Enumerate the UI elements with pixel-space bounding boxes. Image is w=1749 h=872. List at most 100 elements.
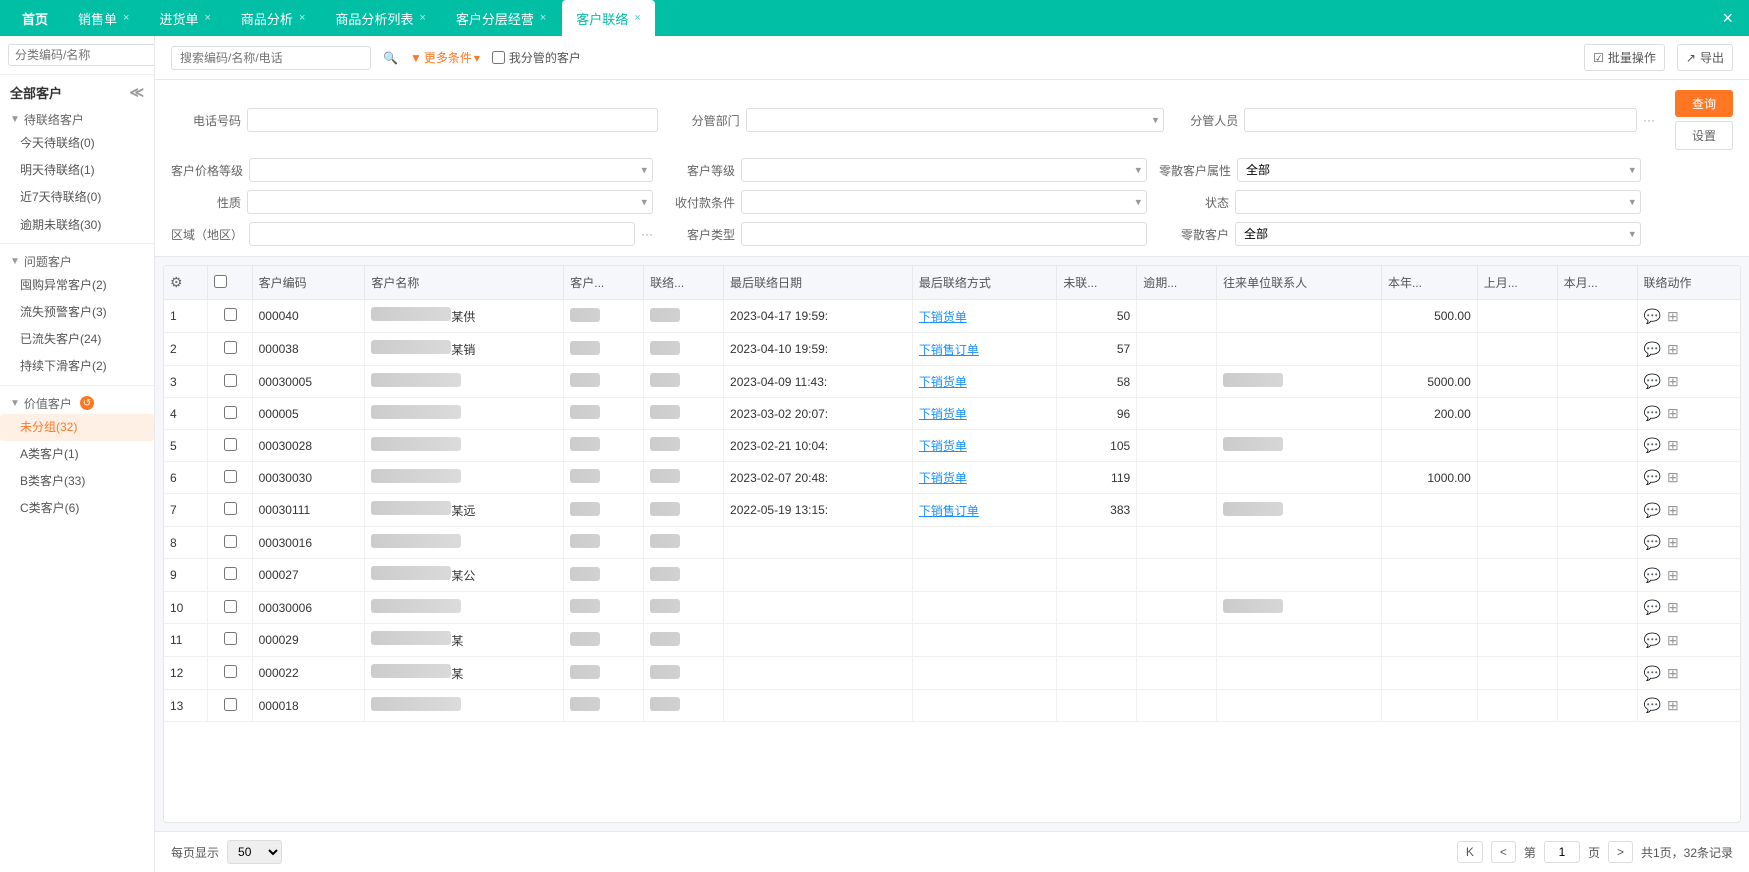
group-value-customers[interactable]: ▼ 价值客户 ↺	[0, 390, 154, 414]
status-select[interactable]	[1235, 190, 1641, 214]
query-button[interactable]: 查询	[1675, 90, 1733, 117]
nav-tab-customer-mgmt[interactable]: 客户分层经营 ×	[442, 0, 560, 36]
nav-tab-customer-contact[interactable]: 客户联络 ×	[562, 0, 654, 36]
page-number-input[interactable]	[1544, 841, 1580, 863]
group-problem-customers[interactable]: ▼ 问题客户	[0, 248, 154, 272]
prev-page-button[interactable]: <	[1491, 841, 1516, 863]
row-select-checkbox[interactable]	[224, 632, 237, 645]
group-pending-contact[interactable]: ▼ 待联络客户	[0, 106, 154, 130]
retail-customer-select[interactable]: 全部	[1235, 222, 1641, 246]
close-icon[interactable]: ×	[299, 12, 305, 24]
grid-icon[interactable]: ⊞	[1667, 373, 1679, 390]
grid-icon[interactable]: ⊞	[1667, 599, 1679, 616]
row-select-checkbox[interactable]	[224, 341, 237, 354]
close-icon[interactable]: ×	[419, 12, 425, 24]
more-conditions-button[interactable]: ▼ 更多条件 ▾	[410, 49, 480, 66]
batch-operation-button[interactable]: ☑ 批量操作	[1584, 44, 1665, 71]
sidebar-item-tomorrow-contact[interactable]: 明天待联络(1)	[0, 157, 154, 184]
grid-icon[interactable]: ⊞	[1667, 469, 1679, 486]
my-customers-checkbox-label[interactable]: 我分管的客户	[492, 49, 581, 66]
close-icon[interactable]: ×	[634, 12, 640, 24]
customer-grade-select[interactable]	[741, 158, 1147, 182]
next-page-button[interactable]: >	[1608, 841, 1633, 863]
contact-method-link[interactable]: 下销货单	[919, 439, 967, 453]
select-all-checkbox[interactable]	[214, 275, 227, 288]
row-select-checkbox[interactable]	[224, 470, 237, 483]
row-select-checkbox[interactable]	[224, 567, 237, 580]
row-select-checkbox[interactable]	[224, 535, 237, 548]
row-select-checkbox[interactable]	[224, 600, 237, 613]
filter-search-icon[interactable]: 🔍	[383, 51, 398, 65]
sidebar-item-churn-warning[interactable]: 流失预警客户(3)	[0, 299, 154, 326]
grid-icon[interactable]: ⊞	[1667, 341, 1679, 358]
settings-icon[interactable]: ⚙	[170, 274, 183, 290]
close-all-button[interactable]: ×	[1714, 8, 1741, 29]
per-page-select[interactable]: 50 100 200	[227, 840, 282, 864]
close-icon[interactable]: ×	[204, 12, 210, 24]
sidebar-item-today-contact[interactable]: 今天待联络(0)	[0, 130, 154, 157]
message-icon[interactable]: 💬	[1644, 341, 1661, 358]
region-input[interactable]	[249, 222, 635, 246]
grid-icon[interactable]: ⊞	[1667, 437, 1679, 454]
grid-icon[interactable]: ⊞	[1667, 697, 1679, 714]
filter-search-input[interactable]	[171, 46, 371, 70]
message-icon[interactable]: 💬	[1644, 437, 1661, 454]
price-grade-select[interactable]	[249, 158, 653, 182]
sidebar-item-ungrouped[interactable]: 未分组(32)	[0, 414, 154, 441]
collapse-icon[interactable]: ≪	[129, 84, 144, 101]
close-icon[interactable]: ×	[123, 12, 129, 24]
sidebar-item-overdue-contact[interactable]: 逾期未联络(30)	[0, 212, 154, 239]
message-icon[interactable]: 💬	[1644, 665, 1661, 682]
message-icon[interactable]: 💬	[1644, 599, 1661, 616]
row-select-checkbox[interactable]	[224, 502, 237, 515]
sidebar-search-input[interactable]	[8, 44, 155, 66]
manager-input[interactable]	[1244, 108, 1637, 132]
grid-icon[interactable]: ⊞	[1667, 567, 1679, 584]
first-page-button[interactable]: K	[1457, 841, 1483, 863]
grid-icon[interactable]: ⊞	[1667, 405, 1679, 422]
sidebar-item-class-b[interactable]: B类客户(33)	[0, 468, 154, 495]
message-icon[interactable]: 💬	[1644, 469, 1661, 486]
message-icon[interactable]: 💬	[1644, 502, 1661, 519]
grid-icon[interactable]: ⊞	[1667, 665, 1679, 682]
message-icon[interactable]: 💬	[1644, 697, 1661, 714]
sidebar-item-churned[interactable]: 已流失客户(24)	[0, 326, 154, 353]
sidebar-item-class-c[interactable]: C类客户(6)	[0, 495, 154, 522]
message-icon[interactable]: 💬	[1644, 405, 1661, 422]
sidebar-item-declining[interactable]: 持续下滑客户(2)	[0, 353, 154, 380]
customer-type-input[interactable]	[741, 222, 1147, 246]
message-icon[interactable]: 💬	[1644, 373, 1661, 390]
more-icon[interactable]: ···	[1643, 113, 1655, 127]
all-customers-header[interactable]: 全部客户 ≪	[0, 75, 154, 106]
row-select-checkbox[interactable]	[224, 438, 237, 451]
sidebar-item-class-a[interactable]: A类客户(1)	[0, 441, 154, 468]
contact-method-link[interactable]: 下销货单	[919, 471, 967, 485]
row-select-checkbox[interactable]	[224, 698, 237, 711]
nav-tab-analysis[interactable]: 商品分析 ×	[227, 0, 319, 36]
row-select-checkbox[interactable]	[224, 374, 237, 387]
message-icon[interactable]: 💬	[1644, 308, 1661, 325]
sidebar-item-7day-contact[interactable]: 近7天待联络(0)	[0, 184, 154, 211]
retail-attr-select[interactable]: 全部	[1237, 158, 1641, 182]
export-button[interactable]: ↗ 导出	[1677, 44, 1733, 71]
nav-tab-purchase[interactable]: 进货单 ×	[145, 0, 224, 36]
row-select-checkbox[interactable]	[224, 665, 237, 678]
more-icon[interactable]: ···	[641, 227, 653, 241]
nav-tab-analysis-list[interactable]: 商品分析列表 ×	[321, 0, 439, 36]
reset-button[interactable]: 设置	[1675, 121, 1733, 150]
contact-method-link[interactable]: 下销售订单	[919, 504, 979, 518]
grid-icon[interactable]: ⊞	[1667, 308, 1679, 325]
grid-icon[interactable]: ⊞	[1667, 502, 1679, 519]
grid-icon[interactable]: ⊞	[1667, 632, 1679, 649]
row-select-checkbox[interactable]	[224, 406, 237, 419]
grid-icon[interactable]: ⊞	[1667, 534, 1679, 551]
message-icon[interactable]: 💬	[1644, 632, 1661, 649]
phone-input[interactable]	[247, 108, 658, 132]
close-icon[interactable]: ×	[540, 12, 546, 24]
message-icon[interactable]: 💬	[1644, 534, 1661, 551]
contact-method-link[interactable]: 下销货单	[919, 407, 967, 421]
contact-method-link[interactable]: 下销售订单	[919, 343, 979, 357]
message-icon[interactable]: 💬	[1644, 567, 1661, 584]
th-settings[interactable]: ⚙	[164, 266, 208, 300]
nav-tab-sales[interactable]: 销售单 ×	[64, 0, 143, 36]
